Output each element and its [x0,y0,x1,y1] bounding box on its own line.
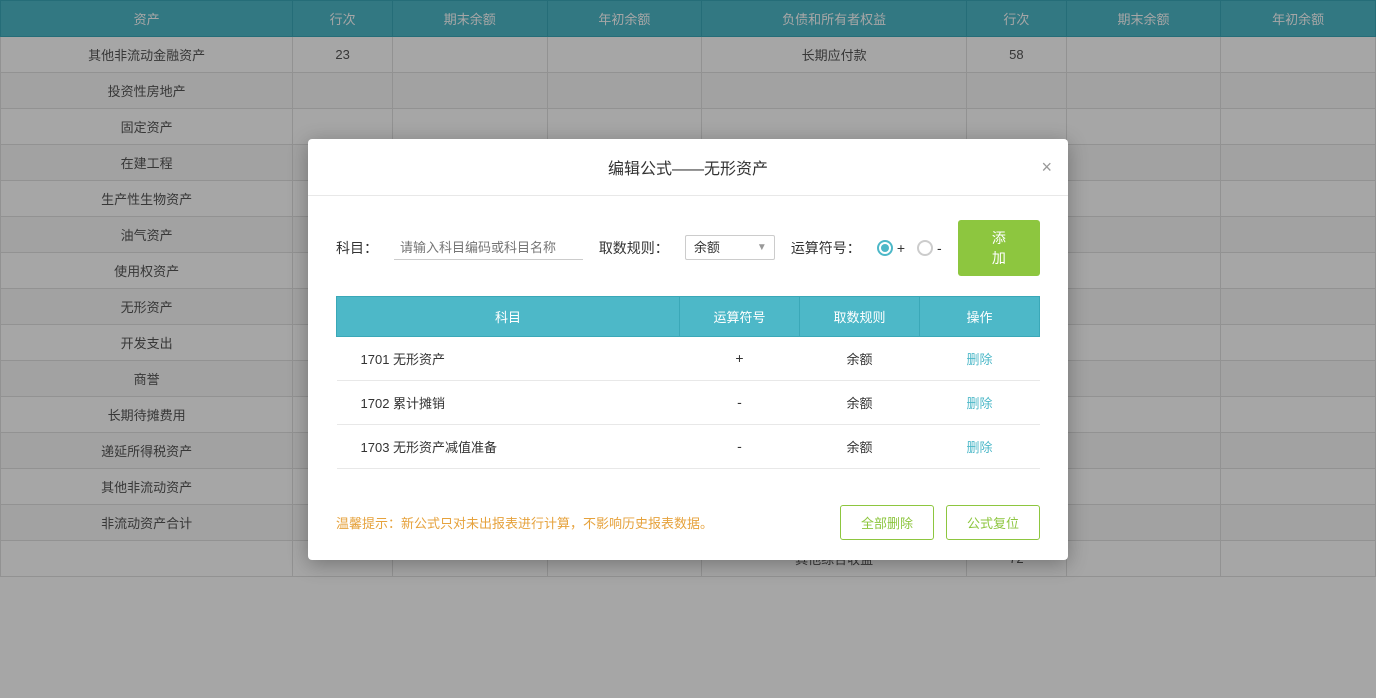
formula-rule-0: 余额 [800,336,920,380]
modal-header: 编辑公式——无形资产 × [308,139,1068,196]
subject-input[interactable] [394,236,583,260]
formula-subject-0: 1701 无形资产 [337,336,680,380]
radio-minus-item[interactable]: - [917,240,942,256]
reset-formula-button[interactable]: 公式复位 [946,505,1040,540]
formula-action-1: 删除 [920,380,1040,424]
formula-rule-1: 余额 [800,380,920,424]
delete-row-2-button[interactable]: 删除 [966,440,992,455]
modal-close-button[interactable]: × [1041,158,1052,176]
formula-subject-1: 1702 累计摊销 [337,380,680,424]
table-header-rule: 取数规则 [800,296,920,336]
add-button[interactable]: 添加 [958,220,1040,276]
formula-table: 科目 运算符号 取数规则 操作 1701 无形资产+余额删除1702 累计摊销-… [336,296,1040,469]
delete-row-1-button[interactable]: 删除 [966,396,992,411]
delete-all-button[interactable]: 全部删除 [840,505,934,540]
radio-plus-label: + [897,240,905,256]
footer-buttons: 全部删除 公式复位 [840,505,1040,540]
formula-operator-0: + [680,336,800,380]
table-header-operator: 运算符号 [680,296,800,336]
radio-minus-circle [917,240,933,256]
operator-radio-group: + - [877,240,942,256]
radio-plus-circle [877,240,893,256]
tip-text: 温馨提示：新公式只对未出报表进行计算，不影响历史报表数据。 [336,513,713,532]
modal-title: 编辑公式——无形资产 [608,161,768,178]
rule-select[interactable]: 余额 借方 贷方 借方累计 贷方累计 [685,235,775,260]
formula-action-0: 删除 [920,336,1040,380]
radio-plus-item[interactable]: + [877,240,905,256]
table-header-action: 操作 [920,296,1040,336]
formula-table-row: 1701 无形资产+余额 删除 [337,336,1040,380]
table-header-subject: 科目 [337,296,680,336]
rule-select-wrapper: 余额 借方 贷方 借方累计 贷方累计 ▼ [685,235,775,260]
modal-body: 科目： 取数规则： 余额 借方 贷方 借方累计 贷方累计 ▼ 运算符号： [308,196,1068,489]
formula-operator-2: - [680,424,800,468]
formula-operator-1: - [680,380,800,424]
formula-table-row: 1703 无形资产减值准备-余额 删除 [337,424,1040,468]
form-row: 科目： 取数规则： 余额 借方 贷方 借方累计 贷方累计 ▼ 运算符号： [336,220,1040,276]
subject-label: 科目： [336,238,378,258]
radio-minus-label: - [937,240,942,256]
rule-label: 取数规则： [599,238,669,258]
edit-formula-modal: 编辑公式——无形资产 × 科目： 取数规则： 余额 借方 贷方 借方累计 贷方累… [308,139,1068,560]
modal-overlay: 编辑公式——无形资产 × 科目： 取数规则： 余额 借方 贷方 借方累计 贷方累… [0,0,1376,698]
operator-label: 运算符号： [791,238,861,258]
formula-action-2: 删除 [920,424,1040,468]
formula-rule-2: 余额 [800,424,920,468]
delete-row-0-button[interactable]: 删除 [966,352,992,367]
formula-subject-2: 1703 无形资产减值准备 [337,424,680,468]
formula-table-row: 1702 累计摊销-余额 删除 [337,380,1040,424]
modal-footer: 温馨提示：新公式只对未出报表进行计算，不影响历史报表数据。 全部删除 公式复位 [308,489,1068,560]
